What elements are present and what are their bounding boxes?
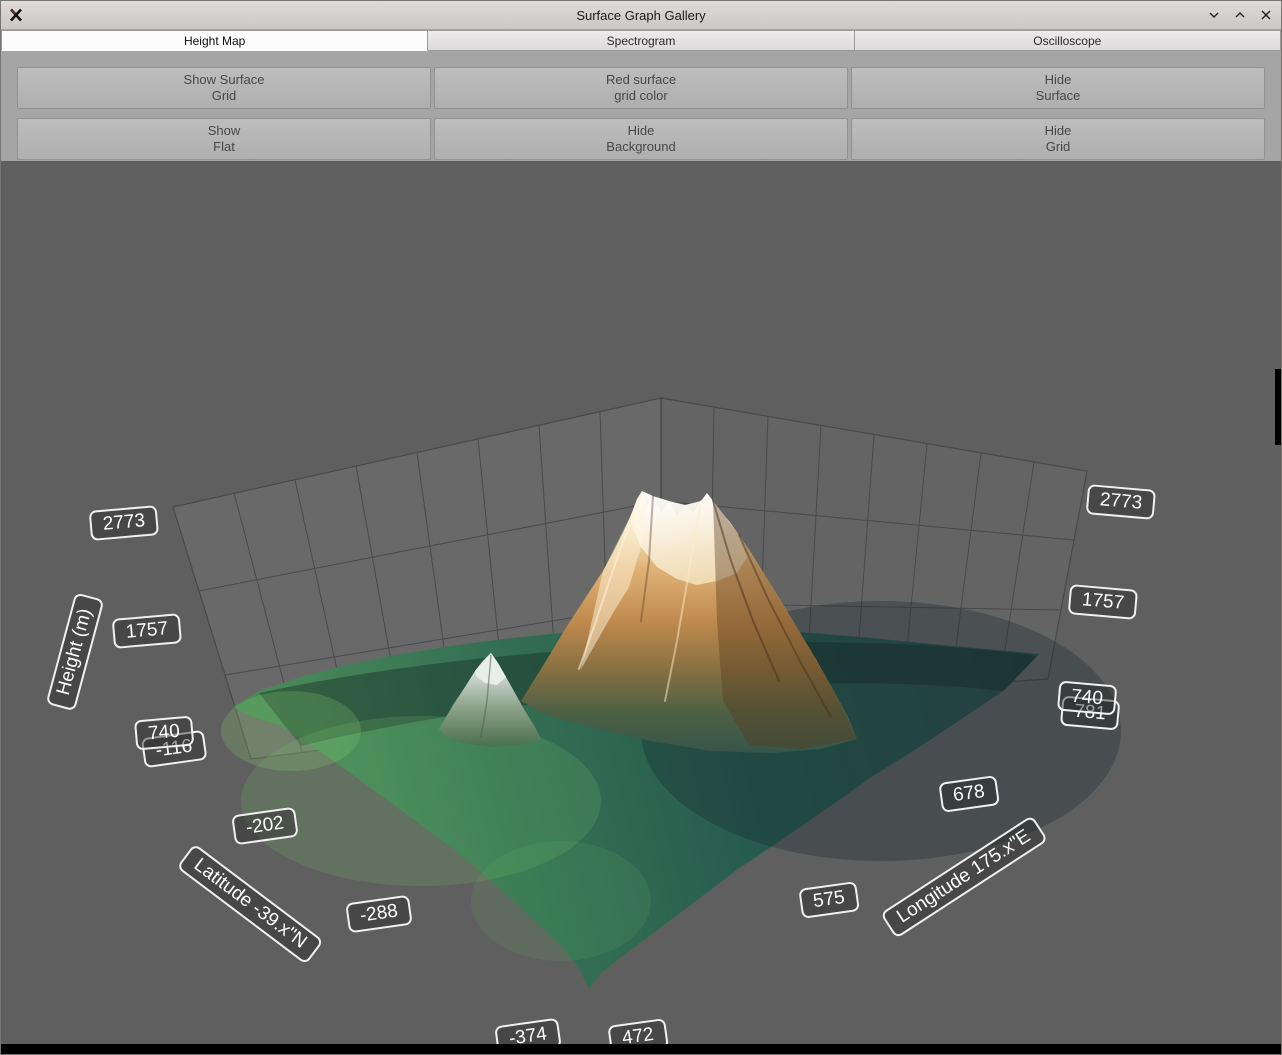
height-axis-tick: 2773 xyxy=(89,505,160,541)
close-icon xyxy=(1260,9,1272,21)
height-axis-tick: 2773 xyxy=(1086,484,1157,520)
tab-bar: Height Map Spectrogram Oscilloscope xyxy=(1,30,1281,51)
surface-plot-view[interactable]: -116 -202 -288 -374 Latitude -39.x"N 781… xyxy=(1,161,1281,1044)
titlebar[interactable]: Surface Graph Gallery xyxy=(1,1,1281,30)
toolbar: Show Surface Grid Red surface grid color… xyxy=(1,51,1281,161)
height-axis-tick: 1757 xyxy=(112,613,183,649)
height-axis-tick: 740 xyxy=(1057,681,1117,716)
app-icon xyxy=(8,7,24,23)
height-axis-tick: 1757 xyxy=(1068,584,1139,620)
toggle-background-button[interactable]: Hide Background xyxy=(434,118,848,160)
close-button[interactable] xyxy=(1257,6,1275,24)
height-axis-tick: 740 xyxy=(134,716,194,751)
tab-spectrogram[interactable]: Spectrogram xyxy=(428,30,854,51)
bottom-black-bar xyxy=(1,1044,1281,1054)
toggle-grid-button[interactable]: Hide Grid xyxy=(851,118,1265,160)
toggle-flat-button[interactable]: Show Flat xyxy=(17,118,431,160)
app-window: Surface Graph Gallery Height Map Spectro… xyxy=(0,0,1282,1055)
surface-grid-color-button[interactable]: Red surface grid color xyxy=(434,67,848,109)
chevron-down-icon xyxy=(1208,9,1220,21)
shade-button[interactable] xyxy=(1205,6,1223,24)
tab-height-map[interactable]: Height Map xyxy=(1,30,428,51)
window-title: Surface Graph Gallery xyxy=(1,8,1281,23)
chevron-up-icon xyxy=(1234,9,1246,21)
right-edge-artifact xyxy=(1275,369,1281,445)
toggle-surface-grid-button[interactable]: Show Surface Grid xyxy=(17,67,431,109)
tab-oscilloscope[interactable]: Oscilloscope xyxy=(855,30,1281,51)
maximize-button[interactable] xyxy=(1231,6,1249,24)
toggle-surface-button[interactable]: Hide Surface xyxy=(851,67,1265,109)
